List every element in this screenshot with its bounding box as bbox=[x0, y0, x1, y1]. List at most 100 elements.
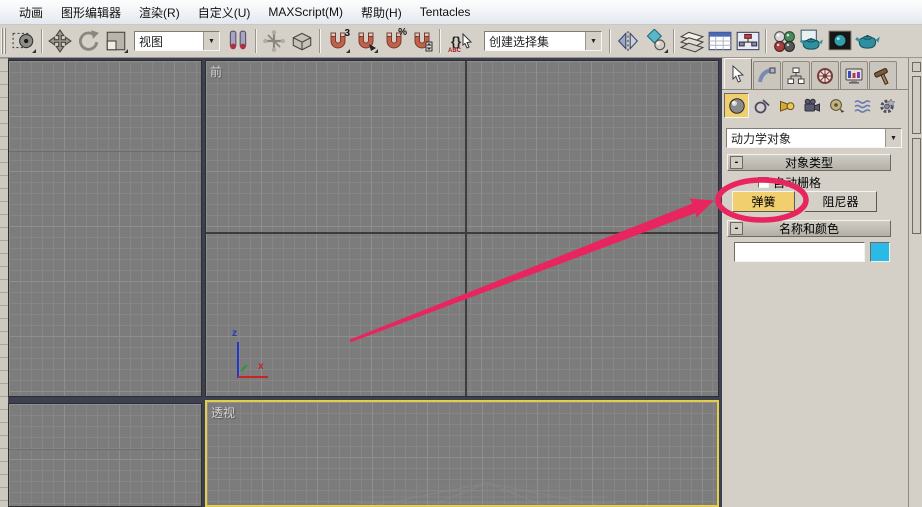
autogrid-checkbox-row: 自动栅格 bbox=[758, 174, 821, 191]
snap-toggle-3d-icon[interactable]: 3 bbox=[325, 28, 351, 54]
stub-rollout-box bbox=[912, 62, 921, 72]
category-systems[interactable] bbox=[874, 93, 899, 118]
keyboard-override-glyph bbox=[292, 32, 312, 51]
keyboard-override-icon[interactable] bbox=[289, 28, 315, 54]
collapse-icon[interactable]: - bbox=[730, 222, 743, 235]
named-selection-set-dropdown[interactable]: 创建选择集 ▼ bbox=[484, 31, 602, 51]
percent-snap-toggle-icon[interactable]: % bbox=[381, 27, 407, 54]
category-shapes[interactable] bbox=[749, 93, 774, 118]
rotate-glyph bbox=[79, 30, 99, 51]
render-setup-icon[interactable] bbox=[799, 28, 825, 54]
magnet-angle-glyph bbox=[358, 32, 376, 51]
helpers-icon bbox=[829, 98, 844, 113]
viewport-perspective[interactable]: 透视 bbox=[205, 400, 719, 507]
use-pivot-center-icon[interactable] bbox=[225, 28, 251, 54]
rollout-name-color-header[interactable]: - 名称和颜色 bbox=[727, 220, 891, 237]
object-category-value: 动力学对象 bbox=[731, 131, 792, 146]
chevron-down-icon[interactable]: ▼ bbox=[885, 129, 901, 147]
max-application-window: { "menu": { "items": ["动画", "图形编辑器", "渲染… bbox=[0, 0, 922, 507]
menu-bar: 动画 图形编辑器 渲染(R) 自定义(U) MAXScript(M) 帮助(H)… bbox=[0, 0, 922, 25]
chevron-down-icon[interactable]: ▼ bbox=[585, 32, 601, 50]
stub-rollout-box bbox=[912, 76, 921, 134]
select-rotate-icon[interactable] bbox=[75, 28, 101, 54]
toolbar-separator bbox=[319, 29, 321, 53]
select-move-icon[interactable] bbox=[47, 28, 73, 54]
systems-gear-icon bbox=[879, 97, 895, 113]
tab-modify[interactable] bbox=[753, 61, 781, 89]
menu-tentacles[interactable]: Tentacles bbox=[411, 2, 480, 22]
material-editor-icon[interactable] bbox=[771, 28, 797, 54]
category-spacewarps[interactable] bbox=[849, 93, 874, 118]
collapse-icon[interactable]: - bbox=[730, 156, 743, 169]
category-cameras[interactable] bbox=[799, 93, 824, 118]
rollout-name-color-title: 名称和颜色 bbox=[778, 222, 839, 236]
menu-help[interactable]: 帮助(H) bbox=[352, 1, 411, 24]
render-teapot-glyph bbox=[855, 34, 880, 49]
snap-3d-label: 3 bbox=[344, 28, 350, 39]
layers-glyph bbox=[679, 31, 705, 53]
menu-maxscript[interactable]: MAXScript(M) bbox=[259, 2, 352, 22]
viewport-bottom-left[interactable] bbox=[8, 403, 202, 507]
hierarchy-icon bbox=[787, 67, 805, 84]
toolbar-separator bbox=[255, 29, 257, 53]
object-category-dropdown[interactable]: 动力学对象 ▼ bbox=[726, 128, 902, 148]
tab-hierarchy[interactable] bbox=[782, 61, 810, 89]
braces-glyph: {} bbox=[450, 33, 462, 49]
rendered-frame-window-icon[interactable] bbox=[827, 28, 853, 54]
mirror-icon[interactable] bbox=[615, 28, 641, 54]
cursor-arrow-glyph bbox=[462, 33, 473, 49]
curve-editor-glyph bbox=[708, 31, 732, 51]
category-helpers[interactable] bbox=[824, 93, 849, 118]
tab-display[interactable] bbox=[840, 61, 868, 89]
menu-graph-editors[interactable]: 图形编辑器 bbox=[52, 1, 130, 24]
command-panel-second-column bbox=[908, 58, 922, 507]
schematic-view-glyph bbox=[736, 31, 760, 51]
menu-animation[interactable]: 动画 bbox=[10, 1, 52, 24]
viewport-label-front[interactable]: 前 bbox=[210, 63, 222, 80]
menu-customize[interactable]: 自定义(U) bbox=[189, 1, 260, 24]
schematic-view-icon[interactable] bbox=[735, 28, 761, 54]
utilities-hammer-icon bbox=[874, 67, 889, 85]
menu-rendering[interactable]: 渲染(R) bbox=[130, 1, 189, 24]
magnet-spinner-glyph bbox=[414, 32, 433, 52]
align-icon[interactable] bbox=[643, 28, 669, 54]
reference-coordinate-value: 视图 bbox=[139, 34, 164, 49]
edit-named-selections-icon[interactable]: {} ABC bbox=[445, 28, 479, 54]
reference-coordinate-dropdown[interactable]: 视图 ▼ bbox=[134, 31, 220, 51]
command-panel: 动力学对象 ▼ - 对象类型 自动栅格 弹簧 阻尼器 - 名称和颜色 bbox=[722, 58, 908, 507]
angle-snap-toggle-icon[interactable] bbox=[353, 28, 379, 54]
viewport-label-perspective[interactable]: 透视 bbox=[211, 404, 235, 421]
tab-create[interactable] bbox=[724, 58, 752, 89]
select-scale-icon[interactable] bbox=[103, 28, 129, 54]
select-manipulate-icon[interactable] bbox=[261, 28, 287, 54]
rollout-object-type-header[interactable]: - 对象类型 bbox=[727, 154, 891, 171]
spinner-snap-toggle-icon[interactable] bbox=[409, 28, 435, 54]
grid-axis-line bbox=[9, 151, 201, 152]
pivot-center-glyph bbox=[229, 30, 247, 50]
chevron-down-icon[interactable]: ▼ bbox=[203, 32, 219, 50]
category-geometry[interactable] bbox=[724, 93, 749, 118]
motion-icon bbox=[817, 67, 833, 84]
object-name-input[interactable] bbox=[734, 242, 865, 262]
scale-glyph bbox=[106, 31, 126, 51]
toolbar-drag-handle[interactable] bbox=[1, 28, 7, 54]
category-lights[interactable] bbox=[774, 93, 799, 118]
docked-panel-edge[interactable] bbox=[0, 58, 8, 507]
align-glyph bbox=[646, 29, 666, 51]
viewport-front[interactable]: 前 z x bbox=[205, 60, 719, 397]
damper-button-label: 阻尼器 bbox=[822, 195, 859, 209]
autogrid-checkbox[interactable] bbox=[758, 177, 769, 188]
tab-utilities[interactable] bbox=[869, 61, 897, 89]
render-production-icon[interactable] bbox=[855, 28, 881, 54]
damper-button[interactable]: 阻尼器 bbox=[804, 191, 877, 212]
tab-motion[interactable] bbox=[811, 61, 839, 89]
select-region-icon[interactable] bbox=[11, 28, 37, 54]
mirror-glyph bbox=[617, 31, 639, 51]
grid-axis-horizontal bbox=[206, 232, 718, 234]
geometry-sphere-icon bbox=[728, 97, 745, 114]
layer-manager-icon[interactable] bbox=[679, 28, 705, 54]
curve-editor-icon[interactable] bbox=[707, 28, 733, 54]
object-color-swatch[interactable] bbox=[870, 242, 890, 262]
viewport-left[interactable] bbox=[8, 60, 202, 397]
spring-button[interactable]: 弹簧 bbox=[732, 191, 795, 212]
